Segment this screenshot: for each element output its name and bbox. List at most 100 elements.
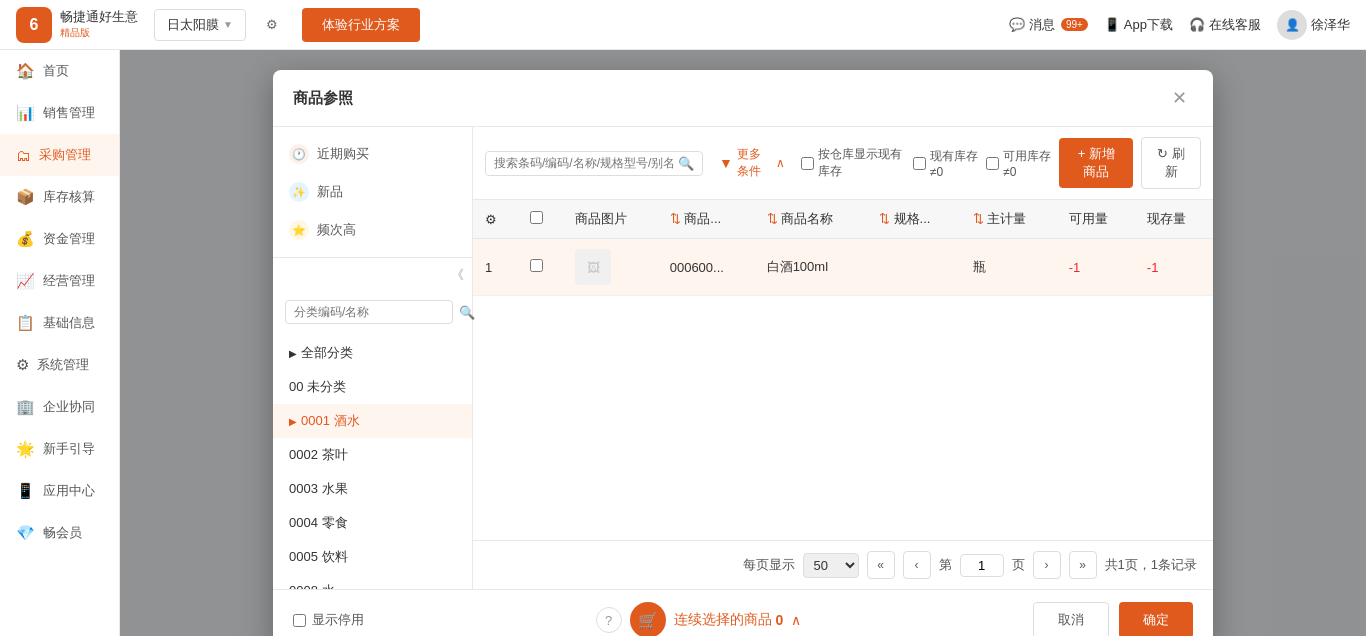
recent-purchase-icon: 🕐 xyxy=(289,144,309,164)
select-all-checkbox[interactable] xyxy=(530,211,543,224)
col-code[interactable]: ⇅ 商品... xyxy=(658,200,755,239)
app-download-item[interactable]: 📱 App下载 xyxy=(1104,16,1173,34)
nav-new-products[interactable]: ✨ 新品 xyxy=(273,173,472,211)
filter-icon: ▼ xyxy=(719,155,733,171)
category-item-drinks[interactable]: 0005 饮料 xyxy=(273,540,472,574)
sidebar-item-enterprise[interactable]: 🏢 企业协同 xyxy=(0,386,119,428)
nav-high-frequency[interactable]: ⭐ 频次高 xyxy=(273,211,472,249)
row-unit-cell: 瓶 xyxy=(961,239,1057,296)
col-unit[interactable]: ⇅ 主计量 xyxy=(961,200,1057,239)
logo-icon: 6 xyxy=(16,7,52,43)
page-prev-button[interactable]: ‹ xyxy=(903,551,931,579)
explore-button[interactable]: 体验行业方案 xyxy=(302,8,420,42)
product-search-input[interactable] xyxy=(494,156,674,170)
sidebar-item-appstore[interactable]: 📱 应用中心 xyxy=(0,470,119,512)
col-available: 可用量 xyxy=(1057,200,1135,239)
headset-icon: 🎧 xyxy=(1189,17,1205,32)
store-selector[interactable]: 日太阳膜 ▼ xyxy=(154,9,246,41)
enterprise-icon: 🏢 xyxy=(16,398,35,416)
sidebar-item-purchase[interactable]: 🗂 采购管理 xyxy=(0,134,119,176)
table-header-row: ⚙ 商品图片 ⇅ 商品... xyxy=(473,200,1213,239)
checkbox-available-input[interactable] xyxy=(986,157,999,170)
checkbox-available-stock[interactable]: 可用库存≠0 xyxy=(986,148,1051,179)
online-service-item[interactable]: 🎧 在线客服 xyxy=(1189,16,1261,34)
sidebar: 🏠 首页 📊 销售管理 🗂 采购管理 📦 库存核算 💰 资金管理 📈 经营管理 … xyxy=(0,50,120,636)
top-nav: 6 畅捷通好生意 精品版 日太阳膜 ▼ ⚙ 体验行业方案 💬 消息 99+ 📱 … xyxy=(0,0,1366,50)
content-area: 商品参照 ✕ 🕐 近期购买 ✨ 新 xyxy=(120,50,1366,636)
checkbox-warehouse-stock[interactable]: 按仓库显示现有库存 xyxy=(801,146,905,180)
row-checkbox-cell[interactable] xyxy=(518,239,564,296)
row-checkbox[interactable] xyxy=(530,259,543,272)
col-spec[interactable]: ⇅ 规格... xyxy=(867,200,961,239)
nav-right: 💬 消息 99+ 📱 App下载 🎧 在线客服 👤 徐泽华 xyxy=(1009,10,1350,40)
notification-item[interactable]: 💬 消息 99+ xyxy=(1009,16,1088,34)
guide-icon: 🌟 xyxy=(16,440,35,458)
sidebar-item-operations[interactable]: 📈 经营管理 xyxy=(0,260,119,302)
caret-alcohol-icon: ▶ xyxy=(289,416,297,427)
system-icon: ⚙ xyxy=(16,356,29,374)
col-name[interactable]: ⇅ 商品名称 xyxy=(755,200,867,239)
col-image: 商品图片 xyxy=(563,200,657,239)
modal-body: 🕐 近期购买 ✨ 新品 ⭐ 频次高 xyxy=(273,127,1213,589)
page-next-button[interactable]: › xyxy=(1033,551,1061,579)
collapse-left-button[interactable]: 《 xyxy=(273,258,472,292)
add-product-button[interactable]: + 新增商品 xyxy=(1059,138,1133,188)
phone-icon: 📱 xyxy=(1104,17,1120,32)
col-checkbox[interactable] xyxy=(518,200,564,239)
modal-footer: 显示停用 ? 🛒 连续选择的商品 0 ∧ 取消 xyxy=(273,589,1213,636)
display-disabled-checkbox[interactable]: 显示停用 xyxy=(293,611,364,629)
sidebar-item-finance[interactable]: 💰 资金管理 xyxy=(0,218,119,260)
sidebar-item-home[interactable]: 🏠 首页 xyxy=(0,50,119,92)
filter-button[interactable]: ▼ 更多条件 ∧ xyxy=(711,142,793,184)
col-settings[interactable]: ⚙ xyxy=(473,200,518,239)
modal-left-nav: 🕐 近期购买 ✨ 新品 ⭐ 频次高 xyxy=(273,127,472,258)
product-search-icon[interactable]: 🔍 xyxy=(678,156,694,171)
cancel-button[interactable]: 取消 xyxy=(1033,602,1109,636)
confirm-button[interactable]: 确定 xyxy=(1119,602,1193,636)
image-placeholder-icon: 🖼 xyxy=(587,260,600,275)
checkbox-nonzero-input[interactable] xyxy=(913,157,926,170)
filter-caret-icon: ∧ xyxy=(776,156,785,170)
sidebar-item-member[interactable]: 💎 畅会员 xyxy=(0,512,119,554)
refresh-button[interactable]: ↻ 刷新 xyxy=(1141,137,1201,189)
cart-button[interactable]: 🛒 xyxy=(630,602,666,636)
settings-icon[interactable]: ⚙ xyxy=(254,7,290,43)
category-item-uncategorized[interactable]: 00 未分类 xyxy=(273,370,472,404)
page-number-input[interactable] xyxy=(960,554,1004,577)
nav-recent-purchase[interactable]: 🕐 近期购买 xyxy=(273,135,472,173)
col-stock: 现存量 xyxy=(1135,200,1213,239)
notification-badge: 99+ xyxy=(1061,18,1088,31)
modal-title: 商品参照 xyxy=(293,89,353,108)
sort-icon-spec: ⇅ xyxy=(879,211,890,226)
sidebar-item-guide[interactable]: 🌟 新手引导 xyxy=(0,428,119,470)
modal-left-panel: 🕐 近期购买 ✨ 新品 ⭐ 频次高 xyxy=(273,127,473,589)
category-item-alcohol[interactable]: ▶ 0001 酒水 xyxy=(273,404,472,438)
footer-collapse-button[interactable]: ∧ xyxy=(791,612,801,628)
page-first-button[interactable]: « xyxy=(867,551,895,579)
category-item-snacks[interactable]: 0004 零食 xyxy=(273,506,472,540)
category-item-tea[interactable]: 0002 茶叶 xyxy=(273,438,472,472)
page-last-button[interactable]: » xyxy=(1069,551,1097,579)
category-item-all[interactable]: ▶ 全部分类 xyxy=(273,336,472,370)
sidebar-item-sales[interactable]: 📊 销售管理 xyxy=(0,92,119,134)
product-reference-modal: 商品参照 ✕ 🕐 近期购买 ✨ 新 xyxy=(273,70,1213,636)
display-disabled-input[interactable] xyxy=(293,614,306,627)
sidebar-item-system[interactable]: ⚙ 系统管理 xyxy=(0,344,119,386)
checkbox-nonzero-stock[interactable]: 现有库存≠0 xyxy=(913,148,978,179)
user-item[interactable]: 👤 徐泽华 xyxy=(1277,10,1350,40)
notification-icon: 💬 xyxy=(1009,17,1025,32)
sidebar-item-inventory[interactable]: 📦 库存核算 xyxy=(0,176,119,218)
help-button[interactable]: ? xyxy=(596,607,622,633)
category-item-water[interactable]: 0008 水 xyxy=(273,574,472,589)
table-row[interactable]: 1 🖼 xyxy=(473,239,1213,296)
category-search-input[interactable] xyxy=(285,300,453,324)
checkbox-warehouse-input[interactable] xyxy=(801,157,814,170)
category-item-fruit[interactable]: 0003 水果 xyxy=(273,472,472,506)
page-size-select[interactable]: 50 10 20 100 xyxy=(803,553,859,578)
row-stock-cell: -1 xyxy=(1135,239,1213,296)
sort-icon-name: ⇅ xyxy=(767,211,778,226)
sort-icon-code: ⇅ xyxy=(670,211,681,226)
sidebar-item-basic-info[interactable]: 📋 基础信息 xyxy=(0,302,119,344)
row-available-cell: -1 xyxy=(1057,239,1135,296)
modal-close-button[interactable]: ✕ xyxy=(1165,84,1193,112)
